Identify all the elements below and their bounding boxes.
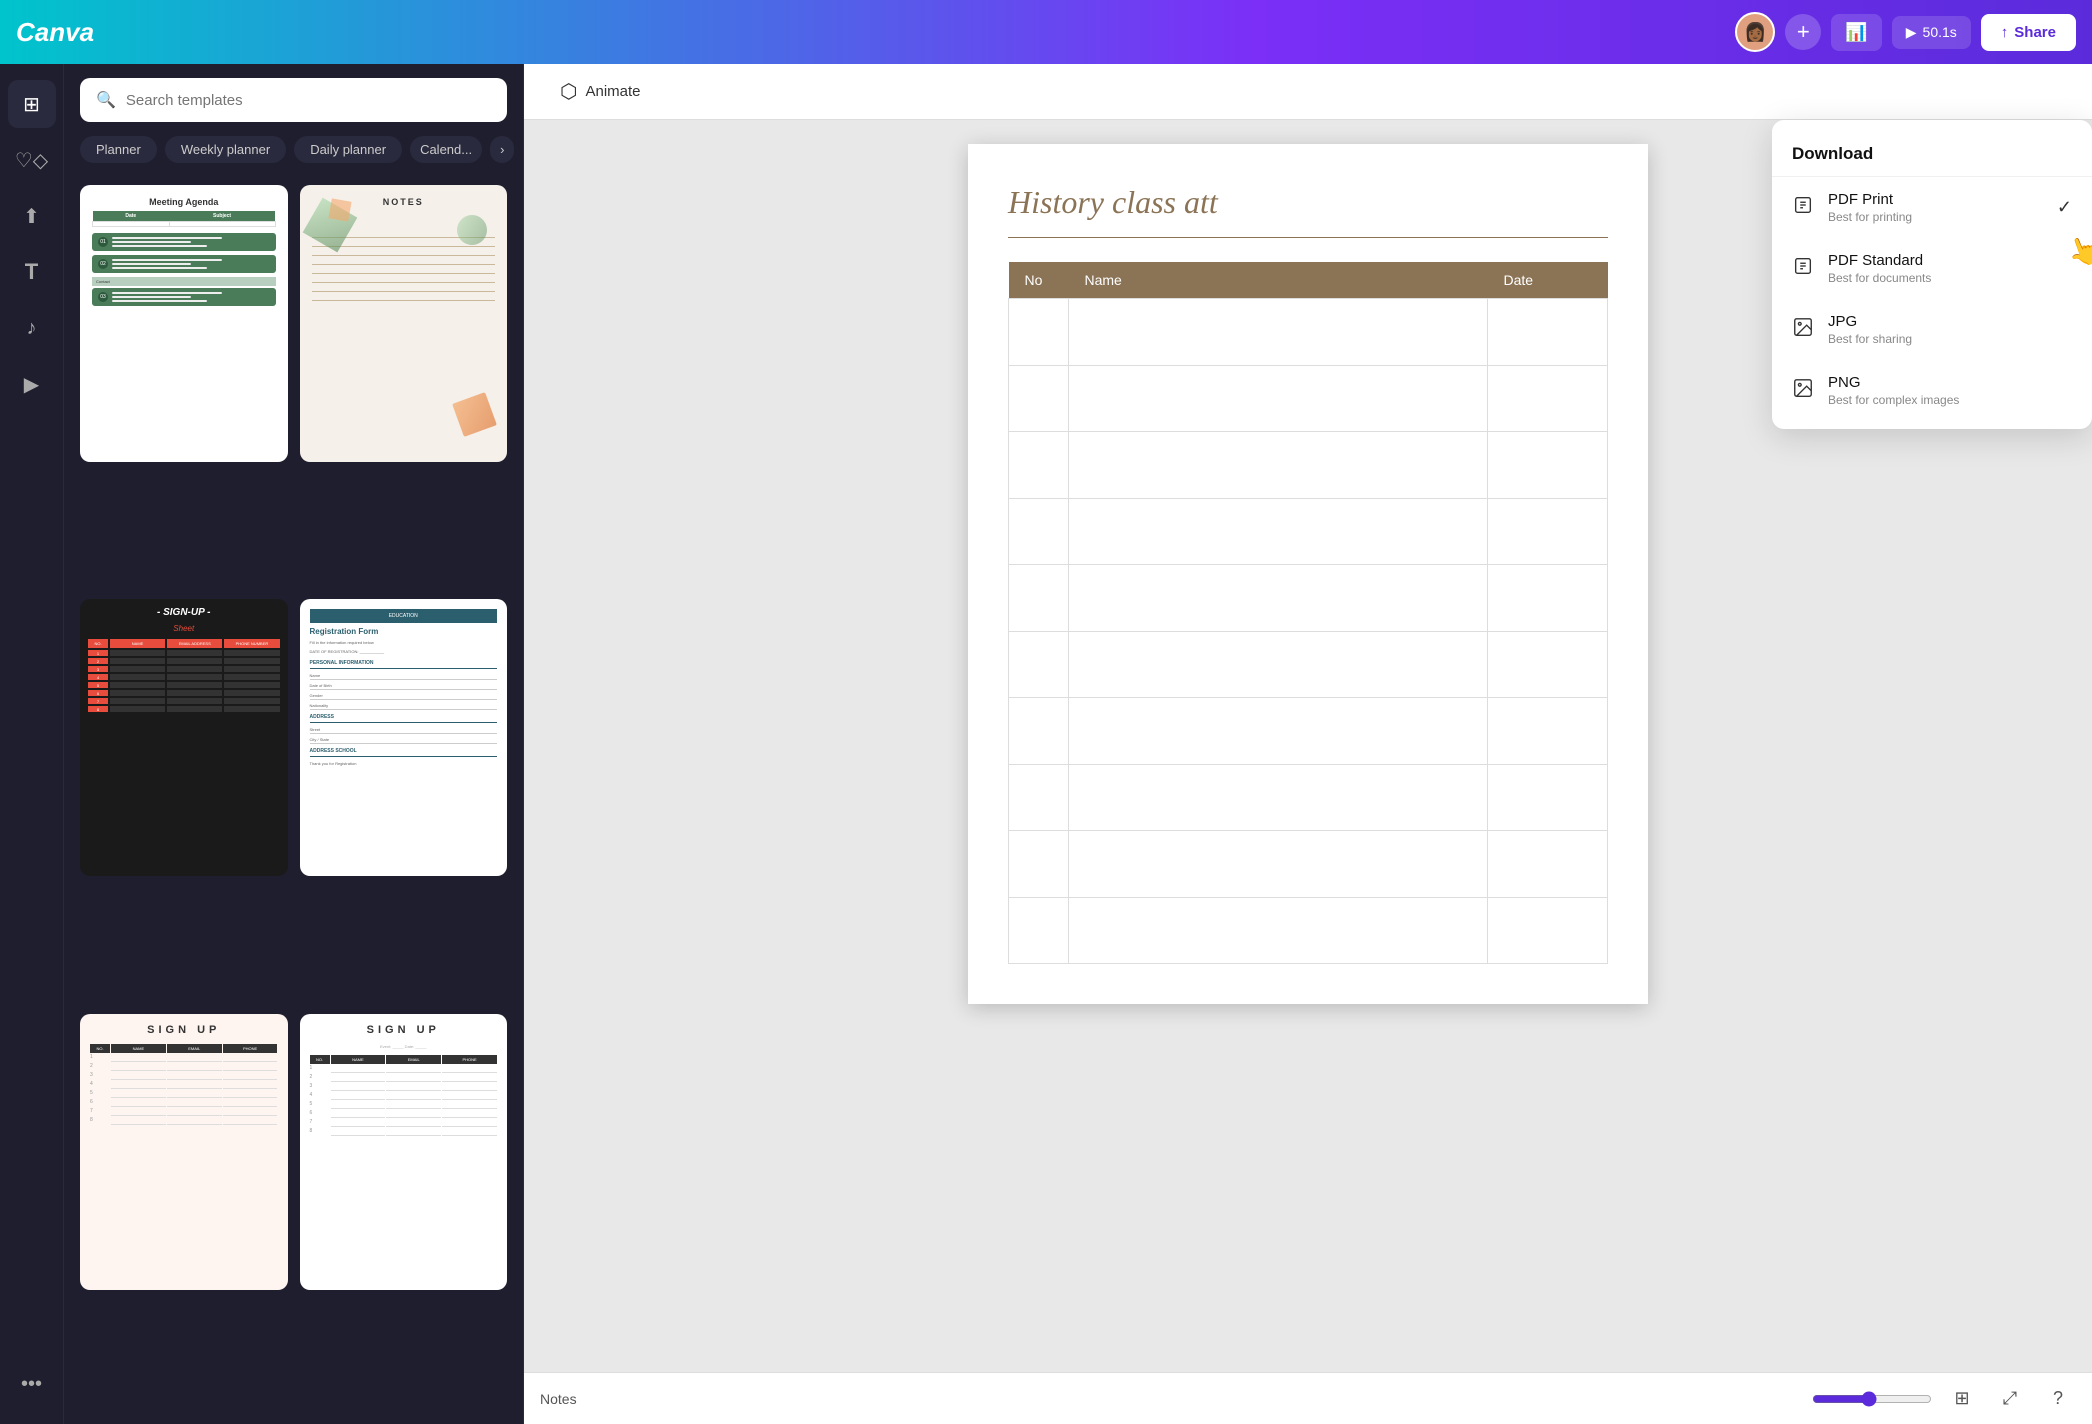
pdf-standard-title: PDF Standard [1828, 252, 2072, 269]
jpg-subtitle: Best for sharing [1828, 332, 2072, 346]
sidebar-more-button[interactable]: ••• [8, 1360, 56, 1408]
download-option-pdf-print[interactable]: PDF Print Best for printing ✓ 👆 [1772, 177, 2092, 238]
tag-weekly-planner[interactable]: Weekly planner [165, 136, 286, 163]
pdf-print-text: PDF Print Best for printing [1828, 191, 2043, 224]
canvas-content: History class att No Name Date [968, 144, 1648, 1004]
topbar: Canva 👩🏾 + 📊 ▶ 50.1s ↑ Share [0, 0, 2092, 64]
table-header-no: No [1009, 262, 1069, 299]
zoom-controls [1812, 1391, 1932, 1407]
topbar-right: 👩🏾 + 📊 ▶ 50.1s ↑ Share [1735, 12, 2076, 52]
dropdown-header: Download [1772, 128, 2092, 177]
tag-planner[interactable]: Planner [80, 136, 157, 163]
analytics-button[interactable]: 📊 [1831, 14, 1881, 51]
upload-icon: ⬆ [23, 204, 40, 229]
list-item[interactable]: Meeting Agenda DateSubject 01 [80, 185, 288, 462]
sidebar-item-uploads[interactable]: ⬆ [8, 192, 56, 240]
table-row [1009, 299, 1608, 366]
table-row [1009, 365, 1608, 432]
templates-panel: 🔍 Planner Weekly planner Daily planner C… [64, 64, 524, 1424]
main-layout: ⊞ ♡◇ ⬆ T ♪ ▶ ••• 🔍 Planner We [0, 64, 2092, 1424]
template-grid: Meeting Agenda DateSubject 01 [64, 177, 523, 1424]
present-duration: 50.1s [1923, 24, 1957, 40]
jpg-icon [1792, 316, 1814, 344]
pdf-print-title: PDF Print [1828, 191, 2043, 208]
search-box[interactable]: 🔍 [80, 78, 507, 122]
new-design-button[interactable]: + [1785, 14, 1821, 50]
animate-button[interactable]: ⬡ Animate [548, 73, 653, 110]
table-row [1009, 432, 1608, 499]
icon-sidebar: ⊞ ♡◇ ⬆ T ♪ ▶ ••• [0, 64, 64, 1424]
png-text: PNG Best for complex images [1828, 374, 2072, 407]
sidebar-item-audio[interactable]: ♪ [8, 304, 56, 352]
animate-toolbar: ⬡ Animate [524, 64, 2092, 120]
canvas-area: ⬡ Animate History class att No Name Date [524, 64, 2092, 1424]
canvas-title: History class att [1008, 184, 1608, 221]
canvas-table: No Name Date [1008, 262, 1608, 964]
sidebar-item-elements[interactable]: ♡◇ [8, 136, 56, 184]
music-icon: ♪ [27, 317, 37, 340]
canvas-divider [1008, 237, 1608, 238]
list-item[interactable]: SIGN UP NO. NAME EMAIL PHONE 1 2 3 4 5 6… [80, 1014, 288, 1291]
fit-page-button[interactable]: ⊞ [1944, 1381, 1980, 1417]
play-icon: ▶ [24, 372, 39, 397]
png-subtitle: Best for complex images [1828, 393, 2072, 407]
play-icon: ▶ [1906, 24, 1917, 41]
pdf-print-icon [1792, 194, 1814, 222]
pdf-standard-text: PDF Standard Best for documents [1828, 252, 2072, 285]
table-row [1009, 498, 1608, 565]
help-icon: ? [2053, 1388, 2063, 1409]
user-avatar[interactable]: 👩🏾 [1735, 12, 1775, 52]
download-dropdown: Download PDF Print Best for printing ✓ 👆 [1772, 120, 2092, 429]
table-header-date: Date [1488, 262, 1608, 299]
table-row [1009, 631, 1608, 698]
fullscreen-button[interactable]: ⤢ [1992, 1381, 2028, 1417]
more-icon: ••• [21, 1373, 42, 1396]
sidebar-item-templates[interactable]: ⊞ [8, 80, 56, 128]
zoom-slider[interactable] [1812, 1391, 1932, 1407]
download-option-png[interactable]: PNG Best for complex images [1772, 360, 2092, 421]
animate-icon: ⬡ [560, 79, 577, 104]
text-icon: T [25, 259, 38, 285]
present-button[interactable]: ▶ 50.1s [1892, 16, 1971, 49]
shapes-icon: ♡◇ [15, 148, 48, 173]
jpg-text: JPG Best for sharing [1828, 313, 2072, 346]
tag-more-button[interactable]: › [490, 136, 514, 163]
png-icon [1792, 377, 1814, 405]
pdf-standard-icon [1792, 255, 1814, 283]
table-row [1009, 764, 1608, 831]
jpg-title: JPG [1828, 313, 2072, 330]
search-input[interactable] [126, 92, 491, 109]
download-option-pdf-standard[interactable]: PDF Standard Best for documents [1772, 238, 2092, 299]
tag-daily-planner[interactable]: Daily planner [294, 136, 402, 163]
share-icon: ↑ [2001, 24, 2009, 41]
sidebar-item-text[interactable]: T [8, 248, 56, 296]
list-item[interactable]: SIGN UP Event: _____ Date: _____ NO. NAM… [300, 1014, 508, 1291]
filter-tags: Planner Weekly planner Daily planner Cal… [64, 136, 523, 177]
download-option-jpg[interactable]: JPG Best for sharing [1772, 299, 2092, 360]
pdf-print-check: ✓ [2057, 197, 2072, 218]
list-item[interactable]: NOTES [300, 185, 508, 462]
pdf-standard-subtitle: Best for documents [1828, 271, 2072, 285]
table-row [1009, 698, 1608, 765]
table-row [1009, 831, 1608, 898]
table-row [1009, 897, 1608, 964]
png-title: PNG [1828, 374, 2072, 391]
notes-label: Notes [540, 1391, 577, 1407]
canva-logo: Canva [16, 17, 94, 48]
fit-icon: ⊞ [1954, 1388, 1969, 1409]
help-button[interactable]: ? [2040, 1381, 2076, 1417]
share-button[interactable]: ↑ Share [1981, 14, 2076, 51]
search-container: 🔍 [64, 64, 523, 136]
tag-calendar[interactable]: Calend... [410, 136, 482, 163]
list-item[interactable]: EDUCATION Registration Form Fill in the … [300, 599, 508, 876]
table-header-name: Name [1069, 262, 1488, 299]
pdf-print-subtitle: Best for printing [1828, 210, 2043, 224]
sidebar-item-video[interactable]: ▶ [8, 360, 56, 408]
table-row [1009, 565, 1608, 632]
search-icon: 🔍 [96, 90, 116, 110]
bottom-toolbar: Notes ⊞ ⤢ ? [524, 1372, 2092, 1424]
grid-icon: ⊞ [23, 92, 40, 117]
fullscreen-icon: ⤢ [2003, 1388, 2017, 1409]
list-item[interactable]: - SIGN-UP - Sheet NO. NAME EMAIL ADDRESS… [80, 599, 288, 876]
